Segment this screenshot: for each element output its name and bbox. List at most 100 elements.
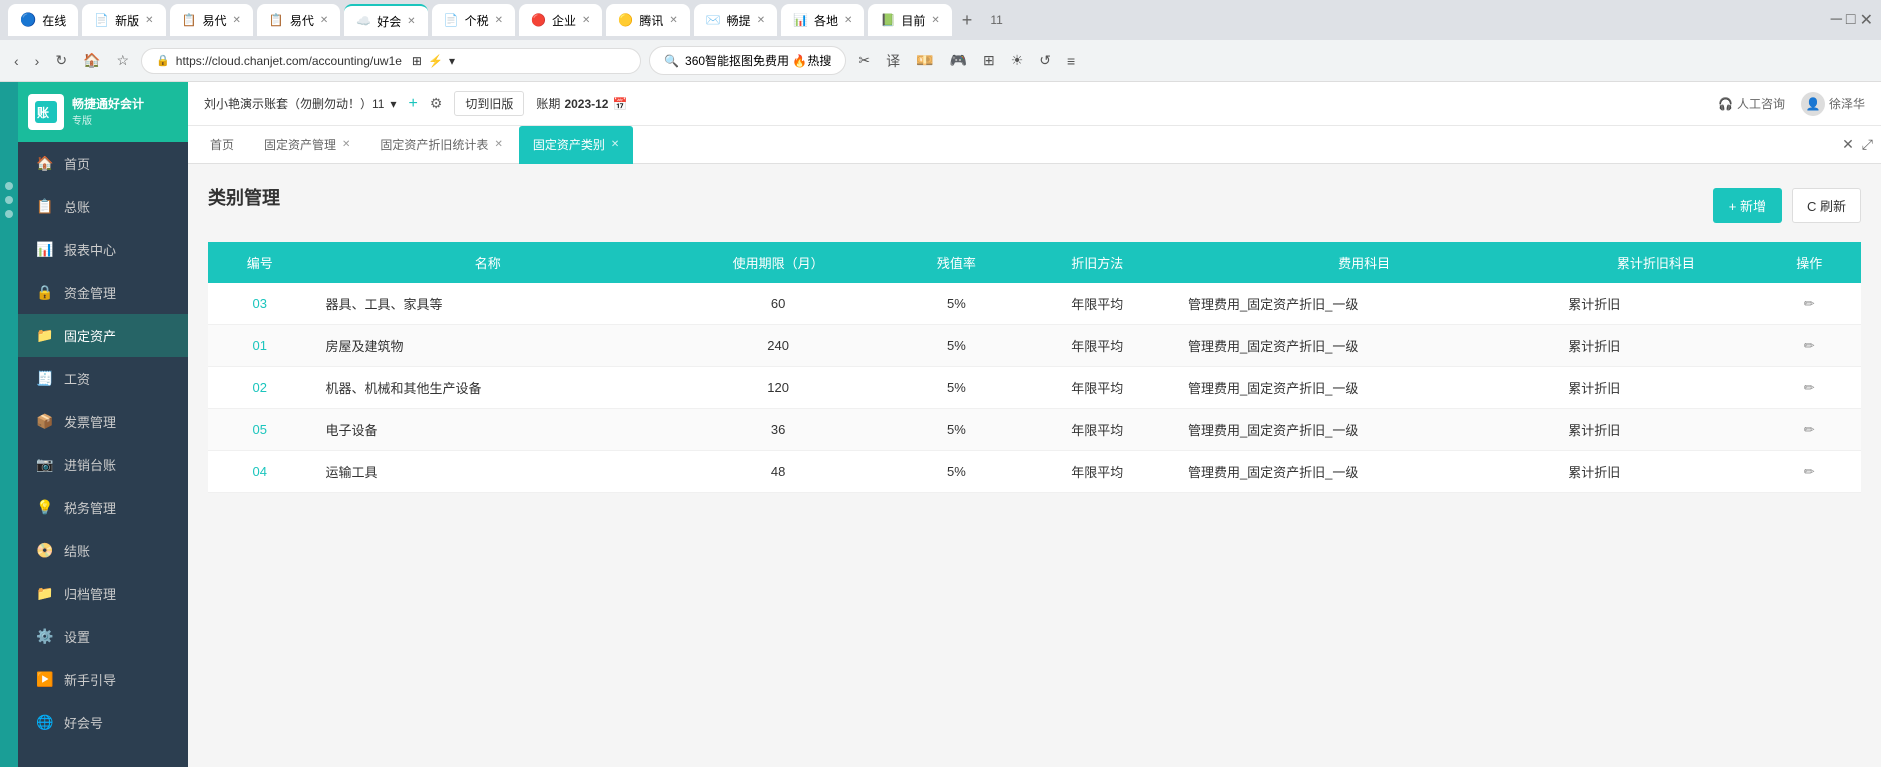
tab-close-icon[interactable]: ✕ (495, 15, 503, 26)
browser-tab-9[interactable]: 📊 各地 ✕ (781, 4, 864, 36)
browser-tab-2[interactable]: 📋 易代 ✕ (170, 4, 253, 36)
close-window-button[interactable]: ✕ (1842, 136, 1854, 153)
sidebar-item-reports[interactable]: 📊 报表中心 (18, 228, 188, 271)
tab-close-icon[interactable]: ✕ (320, 15, 328, 26)
browser-tab-10[interactable]: 📗 目前 ✕ (868, 4, 951, 36)
cell-action: ✏ (1757, 409, 1861, 451)
game-button[interactable]: 🎮 (946, 48, 971, 73)
sidebar-item-fixed-assets[interactable]: 📁 固定资产 (18, 314, 188, 357)
sidebar-item-closing[interactable]: 📀 结账 (18, 529, 188, 572)
reload-button[interactable]: ↻ (51, 48, 71, 73)
sidebar-item-account[interactable]: 🌐 好会号 (18, 701, 188, 744)
translate-button[interactable]: 译 (882, 47, 904, 75)
closing-icon: 📀 (36, 542, 54, 560)
browser-tab-7[interactable]: 🟡 腾讯 ✕ (606, 4, 689, 36)
edge-dot (5, 196, 13, 204)
sidebar-item-label: 新手引导 (64, 670, 116, 689)
cell-name: 电子设备 (312, 409, 665, 451)
table-row: 02 机器、机械和其他生产设备 120 5% 年限平均 管理费用_固定资产折旧_… (208, 367, 1861, 409)
browser-tab-8[interactable]: ✉️ 畅提 ✕ (694, 4, 777, 36)
new-tab-button[interactable]: + (956, 10, 979, 31)
cell-name: 房屋及建筑物 (312, 325, 665, 367)
tab-close-icon[interactable]: ✕ (494, 139, 502, 150)
cell-name: 器具、工具、家具等 (312, 283, 665, 325)
sidebar-item-payroll[interactable]: 🧾 工资 (18, 357, 188, 400)
wallet-button[interactable]: 💴 (912, 48, 937, 73)
col-header-method: 折旧方法 (1021, 242, 1174, 283)
dropdown-icon[interactable]: ▾ (390, 97, 396, 111)
browser-tab-1[interactable]: 📄 新版 ✕ (82, 4, 165, 36)
tab-close-icon[interactable]: ✕ (342, 139, 350, 150)
search-bar[interactable]: 🔍 360智能抠图免费用 🔥热搜 (649, 46, 846, 75)
sidebar-item-guide[interactable]: ▶️ 新手引导 (18, 658, 188, 701)
tab-list-button[interactable]: 11 (986, 13, 1006, 27)
tab-close-icon[interactable]: ✕ (582, 15, 590, 26)
table-row: 04 运输工具 48 5% 年限平均 管理费用_固定资产折旧_一级 累计折旧 ✏ (208, 451, 1861, 493)
sidebar-item-invoices[interactable]: 📦 发票管理 (18, 400, 188, 443)
calendar-icon[interactable]: 📅 (612, 97, 627, 111)
tab-close-icon[interactable]: ✕ (844, 15, 852, 26)
sidebar-item-ledger[interactable]: 📋 总账 (18, 185, 188, 228)
table-row: 05 电子设备 36 5% 年限平均 管理费用_固定资产折旧_一级 累计折旧 ✏ (208, 409, 1861, 451)
tab-asset-category[interactable]: 固定资产类别 ✕ (519, 126, 633, 164)
sidebar-item-tax[interactable]: 💡 税务管理 (18, 486, 188, 529)
browser-tab-6[interactable]: 🔴 企业 ✕ (519, 4, 602, 36)
tab-close-icon[interactable]: ✕ (145, 15, 153, 26)
tab-close-icon[interactable]: ✕ (611, 139, 619, 150)
sidebar-item-archive[interactable]: 📁 归档管理 (18, 572, 188, 615)
settings-button[interactable]: ⚙ (430, 95, 443, 112)
browser-tab-3[interactable]: 📋 易代 ✕ (257, 4, 340, 36)
grid-button[interactable]: ⊞ (979, 48, 999, 73)
user-avatar-section[interactable]: 👤 徐泽华 (1801, 92, 1865, 116)
sidebar-item-funds[interactable]: 🔒 资金管理 (18, 271, 188, 314)
sidebar-item-sales[interactable]: 📷 进销台账 (18, 443, 188, 486)
maximize-button[interactable]: □ (1846, 11, 1856, 29)
edit-button[interactable]: ✏ (1804, 338, 1815, 354)
cell-id: 02 (208, 367, 312, 409)
add-account-button[interactable]: + (409, 95, 418, 113)
switch-version-button[interactable]: 切到旧版 (454, 91, 524, 116)
cell-action: ✏ (1757, 367, 1861, 409)
col-header-accum: 累计折旧科目 (1554, 242, 1757, 283)
close-button[interactable]: ✕ (1860, 10, 1873, 30)
tab-home[interactable]: 首页 (196, 126, 248, 164)
restore-window-button[interactable]: ⤢ (1862, 136, 1873, 153)
sidebar-item-settings[interactable]: ⚙️ 设置 (18, 615, 188, 658)
browser-tab-5[interactable]: 📄 个税 ✕ (432, 4, 515, 36)
cell-id: 04 (208, 451, 312, 493)
refresh-button[interactable]: C 刷新 (1792, 188, 1861, 223)
bookmark-button[interactable]: ☆ (113, 48, 134, 73)
browser-tab-4[interactable]: ☁️ 好会 ✕ (344, 4, 427, 36)
main-panel: 刘小艳演示账套（勿删勿动！）11 ▾ + ⚙ 切到旧版 账期 2023-12 📅… (188, 82, 1881, 767)
edit-button[interactable]: ✏ (1804, 464, 1815, 480)
tab-close-icon[interactable]: ✕ (757, 15, 765, 26)
scissors-button[interactable]: ✂ (854, 48, 874, 73)
menu-button[interactable]: ≡ (1063, 49, 1079, 73)
sidebar-item-home[interactable]: 🏠 首页 (18, 142, 188, 185)
back-button[interactable]: ‹ (10, 49, 23, 73)
tab-label: 畅提 (727, 12, 751, 29)
address-bar[interactable]: 🔒 https://cloud.chanjet.com/accounting/u… (141, 48, 641, 74)
edit-button[interactable]: ✏ (1804, 380, 1815, 396)
add-button[interactable]: + 新增 (1713, 188, 1782, 223)
edit-button[interactable]: ✏ (1804, 296, 1815, 312)
tab-close-icon[interactable]: ✕ (233, 15, 241, 26)
tab-close-icon[interactable]: ✕ (407, 16, 415, 27)
home-button[interactable]: 🏠 (79, 48, 104, 73)
undo-button[interactable]: ↺ (1035, 48, 1055, 73)
cell-expense: 管理费用_固定资产折旧_一级 (1174, 451, 1554, 493)
browser-tab-0[interactable]: 🔵 在线 (8, 4, 78, 36)
minimize-button[interactable]: ─ (1831, 11, 1842, 29)
logo-text-group: 畅捷通好会计 专版 (72, 97, 144, 128)
tab-close-icon[interactable]: ✕ (931, 15, 939, 26)
edit-button[interactable]: ✏ (1804, 422, 1815, 438)
sidebar-logo: 账 畅捷通好会计 专版 (18, 82, 188, 142)
help-section[interactable]: 🎧 人工咨询 (1718, 95, 1785, 112)
tab-fixed-assets-mgmt[interactable]: 固定资产管理 ✕ (250, 126, 364, 164)
tab-label: 好会 (377, 13, 401, 30)
tab-close-icon[interactable]: ✕ (669, 15, 677, 26)
sun-button[interactable]: ☀ (1007, 48, 1028, 73)
col-header-name: 名称 (312, 242, 665, 283)
forward-button[interactable]: › (31, 49, 44, 73)
tab-depreciation-report[interactable]: 固定资产折旧统计表 ✕ (366, 126, 516, 164)
